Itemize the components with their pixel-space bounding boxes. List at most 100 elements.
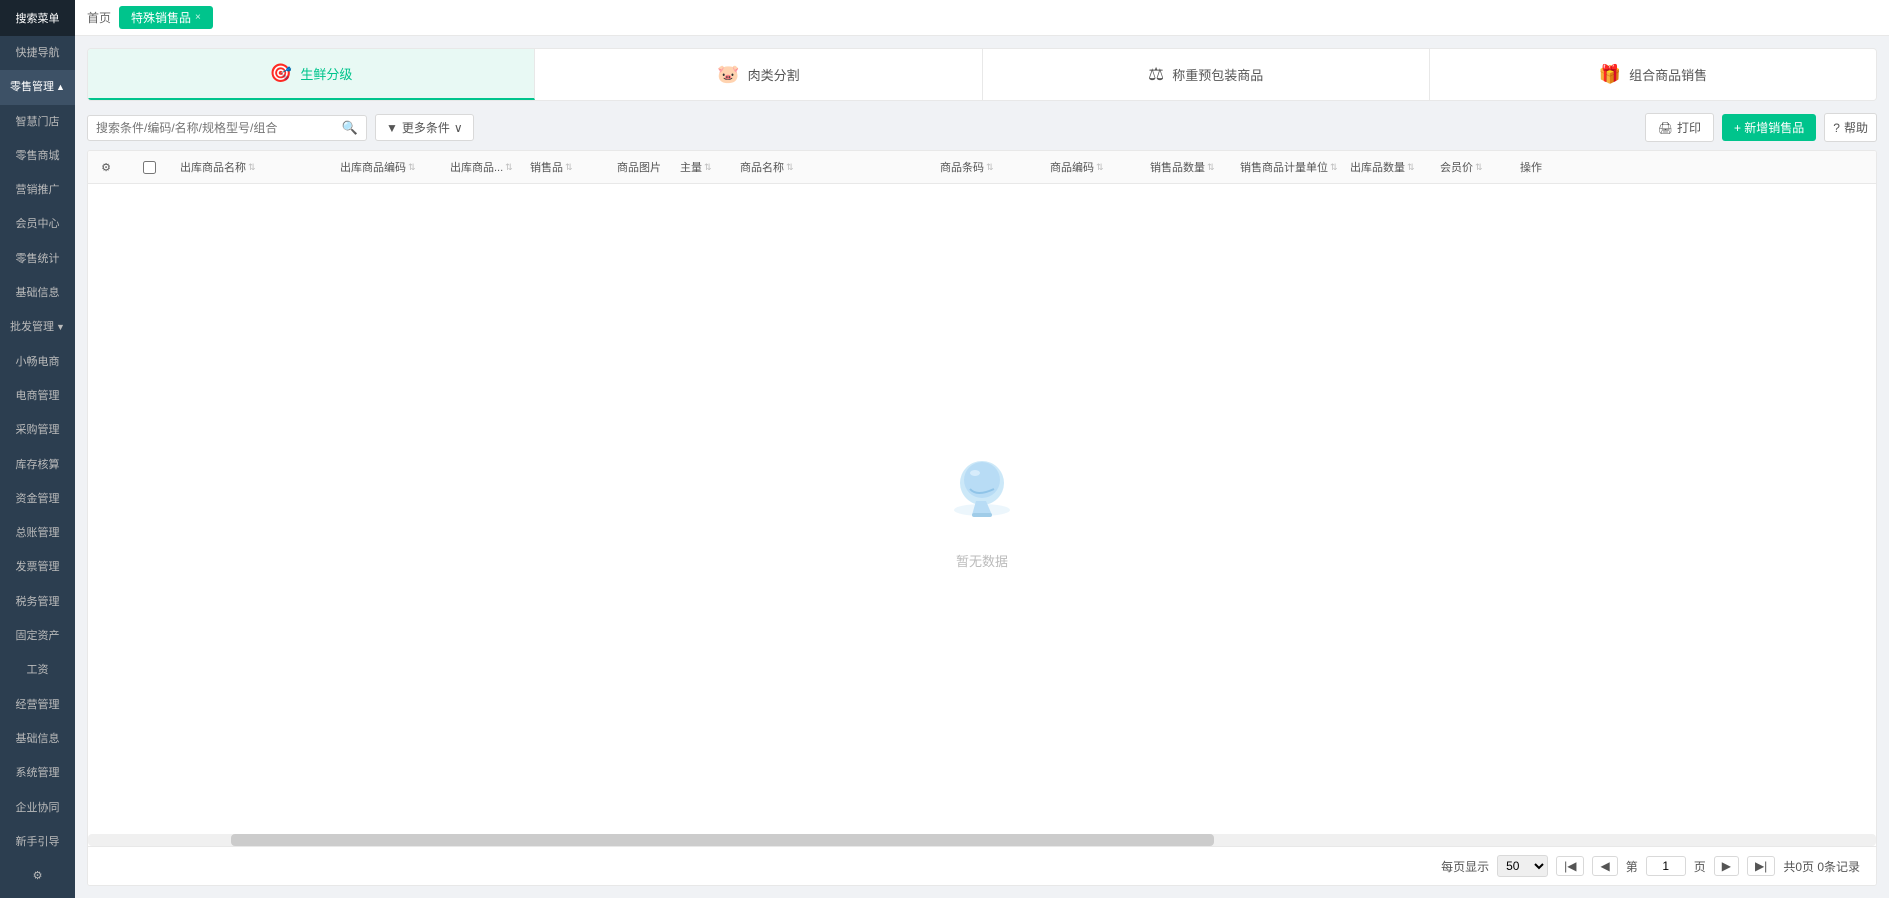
sidebar-item-new-guide[interactable]: 新手引导 xyxy=(0,825,75,859)
topbar: 首页 特殊销售品 × xyxy=(75,0,1889,36)
th-settings[interactable]: ⚙ xyxy=(88,161,124,174)
sidebar-item-purchase-mgmt[interactable]: 采购管理 xyxy=(0,413,75,447)
sidebar-item-mini-ecom[interactable]: 小畅电商 xyxy=(0,345,75,379)
page-size-label: 每页显示 xyxy=(1441,858,1489,875)
page-label: 第 xyxy=(1626,858,1638,875)
th-outprod[interactable]: 出库商品... ⇅ xyxy=(444,159,524,175)
page-size-select[interactable]: 50 10 20 100 xyxy=(1497,855,1548,877)
sidebar-item-smart-store[interactable]: 智慧门店 xyxy=(0,105,75,139)
th-checkbox[interactable] xyxy=(124,161,174,174)
sort-icon: ⇅ xyxy=(786,162,794,173)
sidebar-item-retail-mall[interactable]: 零售商城 xyxy=(0,139,75,173)
sidebar-item-fixed-assets[interactable]: 固定资产 xyxy=(0,619,75,653)
sidebar-item-member-center[interactable]: 会员中心 xyxy=(0,207,75,241)
help-label: 帮助 xyxy=(1844,119,1868,136)
th-prodname[interactable]: 商品名称 ⇅ xyxy=(734,159,934,175)
sort-icon: ⇅ xyxy=(986,162,994,173)
home-link[interactable]: 首页 xyxy=(87,9,111,26)
tab-meat-cut-label: 肉类分割 xyxy=(748,65,800,84)
chevron-down-icon: ▼ xyxy=(56,322,65,334)
help-button[interactable]: ? 帮助 xyxy=(1824,113,1877,142)
tab-weight-pkg-label: 称重预包装商品 xyxy=(1172,65,1263,84)
sort-icon: ⇅ xyxy=(1330,162,1338,173)
th-barcode[interactable]: 商品条码 ⇅ xyxy=(934,159,1044,175)
th-outqty[interactable]: 出库品数量 ⇅ xyxy=(1344,159,1434,175)
sidebar-item-settings[interactable]: ⚙ xyxy=(0,859,75,893)
sidebar-item-basic-info[interactable]: 基础信息 xyxy=(0,276,75,310)
th-saleqty[interactable]: 销售品数量 ⇅ xyxy=(1144,159,1234,175)
tab-fresh-grade[interactable]: 🎯 生鲜分级 xyxy=(88,49,535,100)
sidebar-item-wholesale-mgmt[interactable]: 批发管理 ▼ xyxy=(0,310,75,344)
sidebar-item-retail-mgmt[interactable]: 零售管理 ▲ xyxy=(0,70,75,104)
th-prodcode[interactable]: 商品编码 ⇅ xyxy=(1044,159,1144,175)
weight-pkg-icon: ⚖ xyxy=(1148,64,1164,85)
chevron-down-icon: ▲ xyxy=(56,82,65,94)
sidebar-item-sales-promo[interactable]: 营销推广 xyxy=(0,173,75,207)
last-page-button[interactable]: ▶| xyxy=(1747,856,1775,876)
sidebar-item-wages[interactable]: 工资 xyxy=(0,653,75,687)
filter-icon: ▼ xyxy=(386,121,398,135)
sort-icon: ⇅ xyxy=(505,162,513,173)
search-box[interactable]: 🔍 xyxy=(87,115,367,141)
add-label: + 新增销售品 xyxy=(1734,119,1804,136)
th-op: 操作 xyxy=(1514,159,1574,175)
th-img: 商品图片 xyxy=(604,159,674,175)
sidebar-item-basic-info2[interactable]: 基础信息 xyxy=(0,722,75,756)
main-area: 首页 特殊销售品 × 🎯 生鲜分级 🐷 肉类分割 ⚖ 称重预包装商品 🎁 组合商… xyxy=(75,0,1889,898)
th-saleprod[interactable]: 销售品 ⇅ xyxy=(524,159,604,175)
print-label: 打印 xyxy=(1677,119,1701,136)
toolbar-left: 🔍 ▼ 更多条件 ∨ xyxy=(87,114,474,141)
sidebar-item-finance-mgmt[interactable]: 资金管理 xyxy=(0,482,75,516)
sidebar-item-ops-mgmt[interactable]: 经营管理 xyxy=(0,688,75,722)
page-number-input[interactable] xyxy=(1646,856,1686,876)
sidebar-item-enterprise-coop[interactable]: 企业协同 xyxy=(0,791,75,825)
th-unit[interactable]: 销售商品计量单位 ⇅ xyxy=(1234,159,1344,175)
tab-weight-pkg[interactable]: ⚖ 称重预包装商品 xyxy=(983,49,1430,100)
search-input[interactable] xyxy=(96,121,342,135)
content-area: 🎯 生鲜分级 🐷 肉类分割 ⚖ 称重预包装商品 🎁 组合商品销售 🔍 xyxy=(75,36,1889,898)
sidebar-item-ecom-mgmt[interactable]: 电商管理 xyxy=(0,379,75,413)
filter-button[interactable]: ▼ 更多条件 ∨ xyxy=(375,114,474,141)
tab-cards: 🎯 生鲜分级 🐷 肉类分割 ⚖ 称重预包装商品 🎁 组合商品销售 xyxy=(87,48,1877,101)
data-table: ⚙ 出库商品名称 ⇅ 出库商品编码 ⇅ 出库商品... ⇅ 销售品 xyxy=(87,150,1877,886)
sidebar-item-general-ledger[interactable]: 总账管理 xyxy=(0,516,75,550)
fresh-grade-icon: 🎯 xyxy=(270,63,292,84)
toolbar: 🔍 ▼ 更多条件 ∨ 🖨 打印 + 新增销售品 ? 帮助 xyxy=(87,113,1877,142)
sort-icon: ⇅ xyxy=(248,162,256,173)
next-page-button[interactable]: ▶ xyxy=(1714,856,1739,876)
sort-icon: ⇅ xyxy=(408,162,416,173)
tab-fresh-grade-label: 生鲜分级 xyxy=(300,64,352,83)
sidebar-item-invoice-mgmt[interactable]: 发票管理 xyxy=(0,550,75,584)
sidebar-logo[interactable]: 搜索菜单 xyxy=(0,0,75,36)
print-button[interactable]: 🖨 打印 xyxy=(1645,113,1714,142)
sidebar-item-retail-stats[interactable]: 零售统计 xyxy=(0,242,75,276)
sort-icon: ⇅ xyxy=(565,162,573,173)
horizontal-scrollbar[interactable] xyxy=(88,834,1876,846)
prev-page-button[interactable]: ◀ xyxy=(1592,856,1617,876)
add-button[interactable]: + 新增销售品 xyxy=(1722,114,1816,141)
active-tab-tag[interactable]: 特殊销售品 × xyxy=(119,6,213,29)
close-tab-icon[interactable]: × xyxy=(195,12,201,23)
search-icon: 🔍 xyxy=(342,120,358,136)
empty-state: 暂无数据 xyxy=(88,184,1876,830)
sort-icon: ⇅ xyxy=(1096,162,1104,173)
th-outcode[interactable]: 出库商品编码 ⇅ xyxy=(334,159,444,175)
sort-icon: ⇅ xyxy=(1207,162,1215,173)
first-page-button[interactable]: |◀ xyxy=(1556,856,1584,876)
sidebar-item-tax-mgmt[interactable]: 税务管理 xyxy=(0,585,75,619)
th-memberprice[interactable]: 会员价 ⇅ xyxy=(1434,159,1514,175)
select-all-checkbox[interactable] xyxy=(143,161,156,174)
tab-combo-sale[interactable]: 🎁 组合商品销售 xyxy=(1430,49,1876,100)
scrollbar-thumb[interactable] xyxy=(231,834,1214,846)
toolbar-right: 🖨 打印 + 新增销售品 ? 帮助 xyxy=(1645,113,1877,142)
th-outname[interactable]: 出库商品名称 ⇅ xyxy=(174,159,334,175)
table-header: ⚙ 出库商品名称 ⇅ 出库商品编码 ⇅ 出库商品... ⇅ 销售品 xyxy=(88,151,1876,184)
combo-sale-icon: 🎁 xyxy=(1599,64,1621,85)
empty-text: 暂无数据 xyxy=(956,551,1008,570)
sidebar-item-system-mgmt[interactable]: 系统管理 xyxy=(0,756,75,790)
sidebar-item-inventory[interactable]: 库存核算 xyxy=(0,448,75,482)
th-main[interactable]: 主量 ⇅ xyxy=(674,159,734,175)
sidebar-item-quick-nav[interactable]: 快捷导航 xyxy=(0,36,75,70)
filter-chevron-icon: ∨ xyxy=(454,121,463,135)
tab-meat-cut[interactable]: 🐷 肉类分割 xyxy=(535,49,982,100)
